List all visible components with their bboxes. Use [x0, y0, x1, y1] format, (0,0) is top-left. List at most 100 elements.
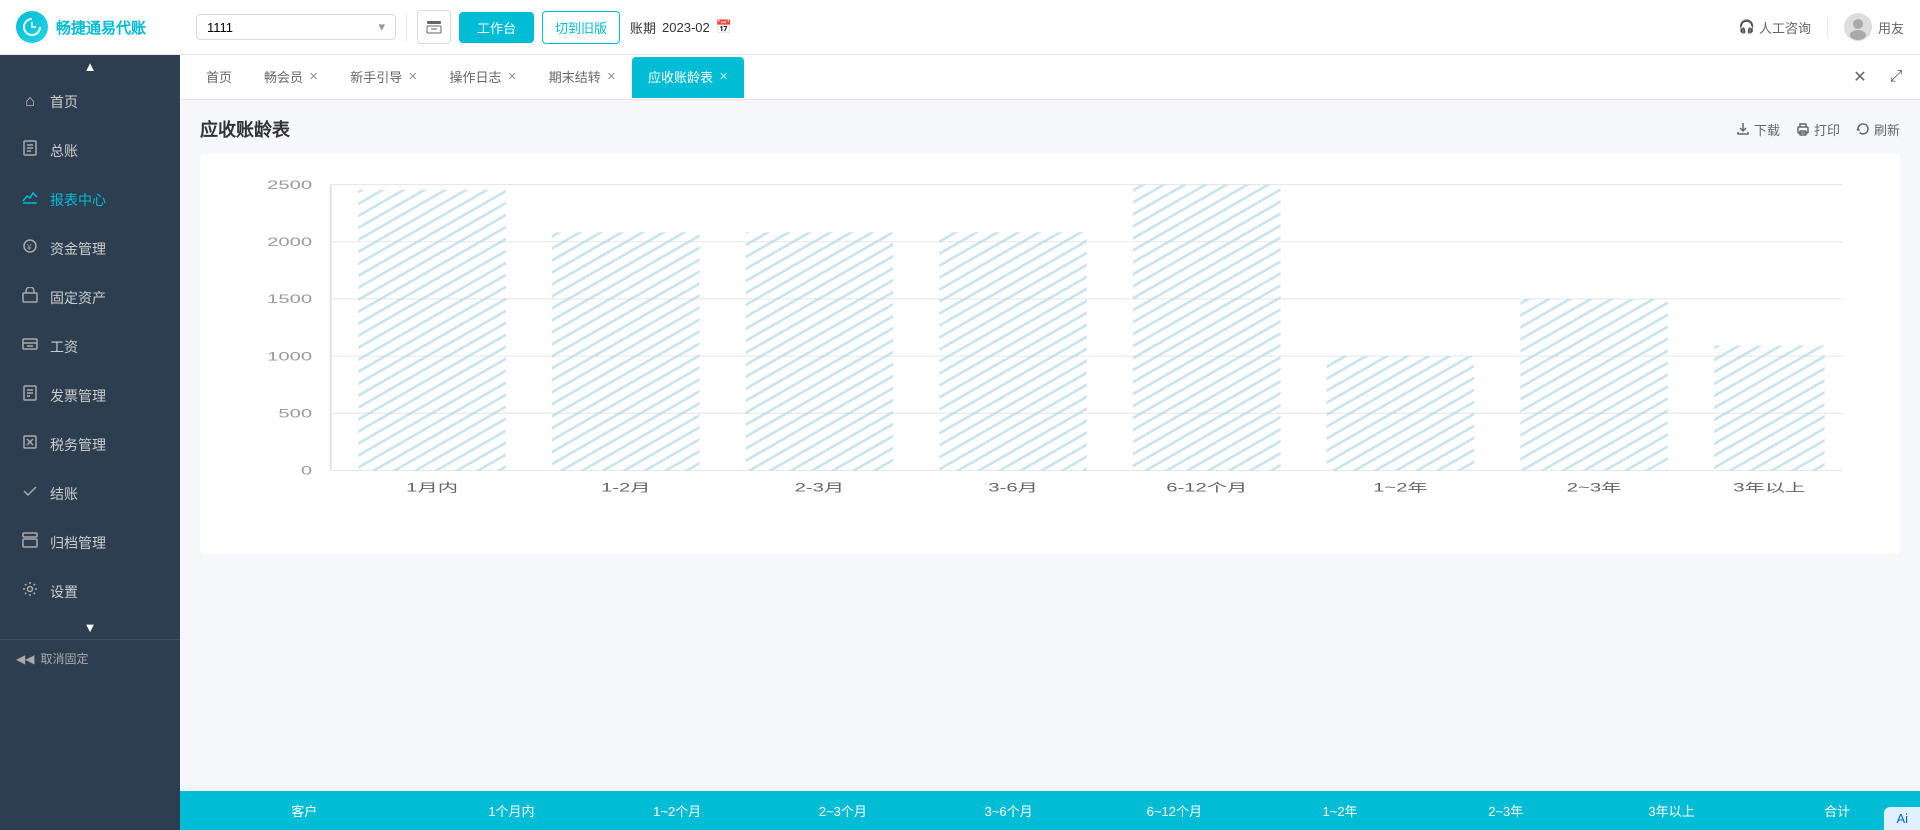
tab-close-aging-report[interactable]: ✕ — [719, 70, 728, 83]
tab-close-guide[interactable]: ✕ — [408, 70, 417, 83]
reports-icon — [20, 189, 40, 210]
download-button[interactable]: 下载 — [1736, 120, 1780, 139]
download-icon — [1736, 122, 1750, 136]
sidebar-item-label: 资金管理 — [50, 239, 106, 259]
svg-text:500: 500 — [278, 407, 312, 420]
sidebar-scroll-up[interactable]: ▲ — [0, 55, 180, 78]
sidebar-item-label: 归档管理 — [50, 533, 106, 553]
tab-aging-report[interactable]: 应收账龄表 ✕ — [632, 57, 744, 98]
tab-label: 首页 — [206, 67, 232, 86]
sidebar-item-settings[interactable]: 设置 — [0, 567, 180, 616]
refresh-label: 刷新 — [1874, 120, 1900, 139]
sidebar-item-label: 发票管理 — [50, 386, 106, 406]
header-right: 🎧 人工咨询 用友 — [1739, 13, 1904, 41]
table-col-1-2m: 1~2个月 — [594, 801, 760, 820]
tab-label: 期末结转 — [549, 67, 601, 86]
table-col-6-12m: 6~12个月 — [1091, 801, 1257, 820]
sidebar-item-home[interactable]: ⌂ 首页 — [0, 78, 180, 126]
tab-close-member[interactable]: ✕ — [309, 70, 318, 83]
sidebar-item-label: 税务管理 — [50, 435, 106, 455]
tax-icon — [20, 434, 40, 455]
chart-wrapper: 0 500 1000 1500 2000 2500 — [220, 174, 1880, 534]
ai-label[interactable]: Ai — [1884, 807, 1920, 830]
tab-operation-log[interactable]: 操作日志 ✕ — [433, 57, 532, 98]
tab-guide[interactable]: 新手引导 ✕ — [334, 57, 433, 98]
ledger-icon — [20, 140, 40, 161]
print-button[interactable]: 打印 — [1796, 120, 1840, 139]
table-col-2-3m: 2~3个月 — [760, 801, 926, 820]
cancel-fixed-button[interactable]: ◀◀ 取消固定 — [0, 639, 180, 677]
svg-text:¥: ¥ — [26, 243, 32, 252]
invoice-icon — [20, 385, 40, 406]
tab-expand-button[interactable]: ⤢ — [1882, 63, 1910, 91]
funds-icon: ¥ — [20, 238, 40, 259]
salary-icon — [20, 336, 40, 357]
table-col-3y-plus: 3年以上 — [1589, 801, 1755, 820]
print-icon — [1796, 122, 1810, 136]
bar-chart: 0 500 1000 1500 2000 2500 — [220, 174, 1880, 534]
sidebar-item-salary[interactable]: 工资 — [0, 322, 180, 371]
svg-text:3-6月: 3-6月 — [988, 481, 1038, 494]
tab-bar-actions: ✕ ⤢ — [1846, 63, 1910, 91]
sidebar-item-reports[interactable]: 报表中心 — [0, 175, 180, 224]
print-label: 打印 — [1814, 120, 1840, 139]
sidebar-item-label: 设置 — [50, 582, 78, 602]
page-header: 应收账龄表 下载 — [200, 116, 1900, 142]
tab-bar: 首页 畅会员 ✕ 新手引导 ✕ 操作日志 ✕ 期末结转 ✕ 应收账龄表 ✕ — [180, 55, 1920, 100]
sidebar-item-label: 总账 — [50, 141, 78, 161]
company-selector[interactable]: 1111 ▾ — [196, 14, 396, 40]
sidebar-item-label: 首页 — [50, 92, 78, 112]
sidebar-item-label: 报表中心 — [50, 190, 106, 210]
consult-button[interactable]: 🎧 人工咨询 — [1739, 18, 1811, 37]
sidebar-item-label: 固定资产 — [50, 288, 106, 308]
refresh-button[interactable]: 刷新 — [1856, 120, 1900, 139]
consult-label: 人工咨询 — [1759, 18, 1811, 37]
svg-text:0: 0 — [301, 464, 312, 477]
tab-home[interactable]: 首页 — [190, 57, 248, 98]
svg-text:2500: 2500 — [267, 178, 312, 191]
user-menu[interactable]: 用友 — [1844, 13, 1904, 41]
archive-nav-icon — [20, 532, 40, 553]
cancel-fixed-icon: ◀◀ — [16, 652, 34, 666]
period-label: 账期 — [630, 18, 656, 37]
period-display: 账期 2023-02 📅 — [630, 18, 732, 37]
sidebar-item-funds[interactable]: ¥ 资金管理 — [0, 224, 180, 273]
table-col-customer: 客户 — [180, 801, 429, 820]
calendar-icon[interactable]: 📅 — [716, 19, 732, 35]
archive-button[interactable] — [417, 10, 451, 44]
chart-container: 0 500 1000 1500 2000 2500 — [200, 154, 1900, 554]
sidebar-item-archive[interactable]: 归档管理 — [0, 518, 180, 567]
sidebar-scroll-down[interactable]: ▼ — [0, 616, 180, 639]
svg-text:2000: 2000 — [267, 235, 312, 248]
cancel-fixed-label: 取消固定 — [40, 650, 88, 667]
svg-text:1月内: 1月内 — [406, 481, 458, 494]
tab-label: 新手引导 — [350, 67, 402, 86]
sidebar-item-checkout[interactable]: 结账 — [0, 469, 180, 518]
svg-text:1-2月: 1-2月 — [601, 481, 651, 494]
tab-label: 畅会员 — [264, 67, 303, 86]
svg-text:6-12个月: 6-12个月 — [1166, 481, 1247, 494]
logo-area: 畅捷通易代账 — [16, 11, 196, 43]
svg-text:1~2年: 1~2年 — [1373, 481, 1428, 494]
table-col-3-6m: 3~6个月 — [926, 801, 1092, 820]
tab-close-operation-log[interactable]: ✕ — [508, 70, 517, 83]
checkout-icon — [20, 483, 40, 504]
tab-close-all-button[interactable]: ✕ — [1846, 63, 1874, 91]
tab-period-end[interactable]: 期末结转 ✕ — [533, 57, 632, 98]
tab-member[interactable]: 畅会员 ✕ — [248, 57, 334, 98]
headphone-icon: 🎧 — [1739, 19, 1755, 35]
assets-icon — [20, 287, 40, 308]
sidebar-item-ledger[interactable]: 总账 — [0, 126, 180, 175]
period-value: 2023-02 — [662, 20, 710, 35]
sidebar-item-tax[interactable]: 税务管理 — [0, 420, 180, 469]
svg-text:2~3年: 2~3年 — [1567, 481, 1622, 494]
sidebar-item-invoice[interactable]: 发票管理 — [0, 371, 180, 420]
home-icon: ⌂ — [20, 93, 40, 111]
sidebar-item-assets[interactable]: 固定资产 — [0, 273, 180, 322]
company-name: 1111 — [207, 20, 233, 35]
switch-version-button[interactable]: 切到旧版 — [542, 11, 620, 44]
tab-label: 应收账龄表 — [648, 67, 713, 86]
workbench-button[interactable]: 工作台 — [459, 12, 534, 43]
tab-label: 操作日志 — [449, 67, 501, 86]
tab-close-period-end[interactable]: ✕ — [607, 70, 616, 83]
